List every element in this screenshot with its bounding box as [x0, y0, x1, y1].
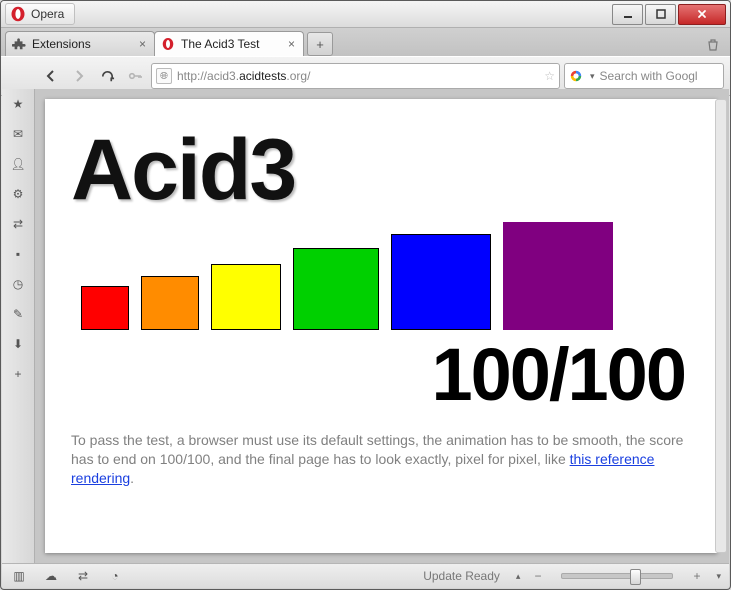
google-icon	[569, 69, 583, 83]
tab-label: The Acid3 Test	[181, 37, 280, 51]
acid3-heading: Acid3	[71, 121, 691, 220]
arrow-right-icon	[71, 68, 87, 84]
zoom-in-button[interactable]: +	[693, 569, 700, 583]
search-placeholder: Search with Googl	[600, 69, 698, 83]
vertical-scrollbar[interactable]	[715, 99, 727, 553]
maximize-button[interactable]	[645, 4, 676, 25]
sidebar-add[interactable]: +	[9, 365, 27, 383]
bookmark-star-icon[interactable]: ☆	[544, 69, 555, 83]
share-icon: ⇄	[13, 217, 23, 231]
sidebar-history[interactable]: ◷	[9, 275, 27, 293]
panel-toggle-button[interactable]: ▥	[10, 567, 28, 585]
gauge-icon: ◔	[111, 569, 118, 583]
reload-icon	[100, 69, 115, 84]
sidebar-settings[interactable]: ⚙	[9, 185, 27, 203]
tab-acid3[interactable]: The Acid3 Test ×	[154, 31, 304, 56]
opera-favicon-icon	[161, 37, 175, 51]
minimize-button[interactable]	[612, 4, 643, 25]
note-icon: ▪	[16, 247, 20, 261]
viewport: Acid3 100/100 To pass the test, a browse…	[35, 89, 729, 563]
gear-icon: ⚙	[13, 187, 24, 201]
tab-label: Extensions	[32, 37, 131, 51]
opera-logo-icon	[10, 6, 26, 22]
sidebar-contacts[interactable]: 👤︎	[9, 155, 27, 173]
window-controls	[612, 4, 726, 25]
trash-icon	[706, 38, 720, 52]
tab-close-icon[interactable]: ×	[137, 38, 148, 50]
back-button[interactable]	[39, 64, 63, 88]
key-button[interactable]	[123, 64, 147, 88]
sidebar-unite[interactable]: ⇄	[9, 215, 27, 233]
key-icon	[127, 68, 143, 84]
sidebar-chat[interactable]: ✎	[9, 305, 27, 323]
opera-menu-button[interactable]: Opera	[5, 3, 75, 25]
tab-close-icon[interactable]: ×	[286, 38, 297, 50]
zoom-caret-icon[interactable]: ▾	[716, 571, 721, 582]
titlebar: Opera	[1, 1, 730, 28]
puzzle-icon	[12, 37, 26, 51]
acid3-score: 100/100	[71, 332, 685, 417]
address-bar[interactable]: 🌐︎ http://acid3.acidtests.org/ ☆	[151, 63, 560, 89]
unite-button[interactable]: ⇄	[74, 567, 92, 585]
close-button[interactable]	[678, 4, 726, 25]
cloud-icon: ☁	[45, 569, 57, 583]
sidebar-notes[interactable]: ▪	[9, 245, 27, 263]
sidebar-downloads[interactable]: ⬇	[9, 335, 27, 353]
plus-icon: +	[14, 367, 21, 381]
color-box-yellow	[211, 264, 281, 330]
tab-extensions[interactable]: Extensions ×	[5, 31, 155, 56]
color-box-green	[293, 248, 379, 330]
tab-strip: Extensions × The Acid3 Test × +	[1, 28, 730, 56]
url-text: http://acid3.acidtests.org/	[177, 69, 310, 83]
page-content: Acid3 100/100 To pass the test, a browse…	[45, 99, 717, 553]
sidebar-mail[interactable]: ✉	[9, 125, 27, 143]
star-icon: ★	[13, 97, 24, 111]
color-box-orange	[141, 276, 199, 330]
search-box[interactable]: ▾ Search with Googl	[564, 63, 724, 89]
sync-button[interactable]: ☁	[42, 567, 60, 585]
zoom-slider[interactable]	[561, 573, 673, 579]
zoom-slider-handle[interactable]	[630, 569, 641, 585]
forward-button[interactable]	[67, 64, 91, 88]
history-icon: ◷	[13, 277, 23, 291]
color-box-blue	[391, 234, 491, 330]
search-engine-caret-icon[interactable]: ▾	[590, 71, 595, 82]
color-box-purple	[503, 222, 613, 330]
acid3-color-boxes	[81, 222, 691, 330]
panel-icon: ▥	[13, 569, 24, 583]
mail-icon: ✉	[13, 127, 23, 141]
status-bar: ▥ ☁ ⇄ ◔ Update Ready ▴ − + ▾	[2, 563, 729, 588]
reload-button[interactable]	[95, 64, 119, 88]
update-caret-icon[interactable]: ▴	[516, 571, 521, 582]
content-area: ★ ✉ 👤︎ ⚙ ⇄ ▪ ◷ ✎ ⬇ + Acid3	[2, 89, 729, 563]
opera-menu-label: Opera	[31, 7, 64, 21]
acid3-description: To pass the test, a browser must use its…	[71, 431, 691, 488]
sidebar-bookmarks[interactable]: ★	[9, 95, 27, 113]
update-status[interactable]: Update Ready	[423, 569, 500, 583]
chat-icon: ✎	[13, 307, 23, 321]
arrow-left-icon	[43, 68, 59, 84]
panel-sidebar: ★ ✉ 👤︎ ⚙ ⇄ ▪ ◷ ✎ ⬇ +	[2, 89, 35, 563]
zoom-out-button[interactable]: −	[534, 569, 541, 583]
share-icon: ⇄	[78, 569, 88, 583]
site-badge-icon: 🌐︎	[156, 68, 172, 84]
color-box-red	[81, 286, 129, 330]
desc-text-after: .	[130, 470, 134, 486]
person-icon: 👤︎	[10, 157, 25, 171]
new-tab-button[interactable]: +	[307, 32, 333, 56]
download-icon: ⬇	[13, 337, 23, 351]
turbo-button[interactable]: ◔	[106, 567, 124, 585]
browser-window: Opera Extensions × The	[0, 0, 731, 590]
closed-tabs-button[interactable]	[702, 34, 724, 56]
